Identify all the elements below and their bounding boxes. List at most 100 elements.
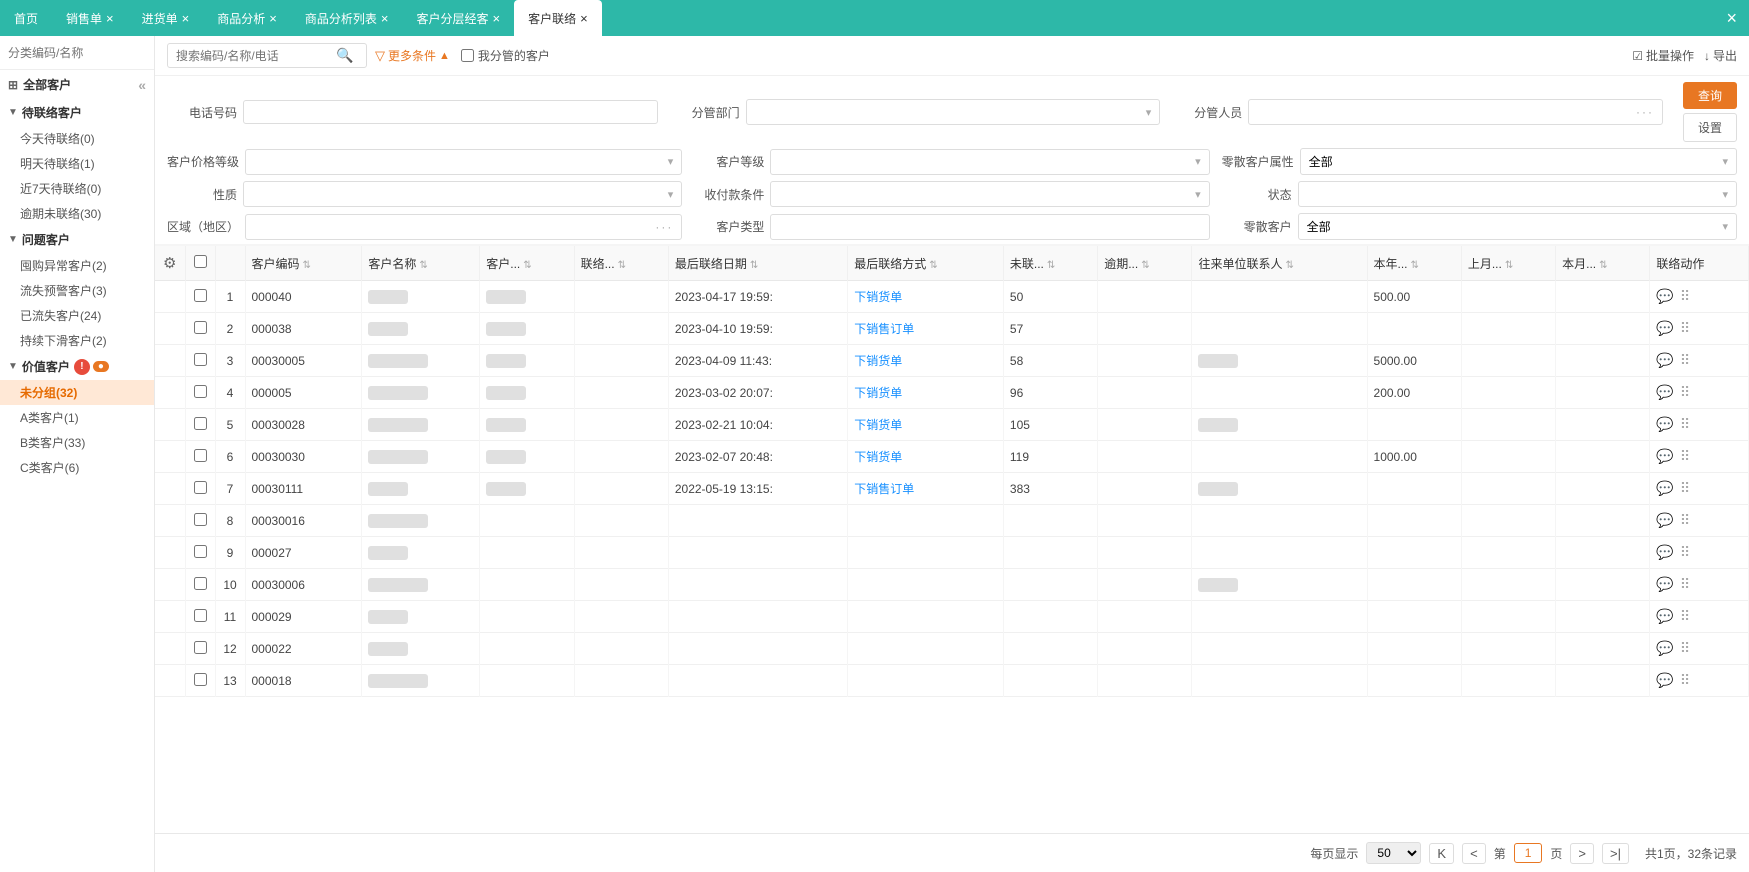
td-check[interactable] [185,441,215,473]
settings-gear-icon[interactable]: ⚙ [163,255,176,272]
td-check[interactable] [185,537,215,569]
filter-search-input[interactable] [176,49,336,63]
chat-icon[interactable]: 💬 [1656,576,1673,593]
menu-icon[interactable]: ⠿ [1680,448,1690,465]
row-checkbox[interactable] [194,513,207,526]
sidebar-all-customers[interactable]: ⊞ 全部客户 « [0,70,154,99]
tab-product-analysis[interactable]: 商品分析 × [203,0,291,36]
menu-icon[interactable]: ⠿ [1680,384,1690,401]
sidebar-item-declining[interactable]: 持续下滑客户(2) [0,328,154,353]
td-check[interactable] [185,281,215,313]
tab-customer-contact-close[interactable]: × [580,11,588,26]
pagination-next-btn[interactable]: > [1570,843,1594,864]
filter-region-select[interactable]: ··· [245,214,682,240]
menu-icon[interactable]: ⠿ [1680,576,1690,593]
sidebar-group-pending[interactable]: ▼ 待联络客户 [0,99,154,126]
menu-icon[interactable]: ⠿ [1680,672,1690,689]
sidebar-group-value[interactable]: ▼ 价值客户 ! ● [0,353,154,380]
chat-icon[interactable]: 💬 [1656,448,1673,465]
menu-icon[interactable]: ⠿ [1680,288,1690,305]
sidebar-item-churn-warning[interactable]: 流失预警客户(3) [0,278,154,303]
export-btn[interactable]: ↓ 导出 [1704,47,1737,64]
sidebar-item-today[interactable]: 今天待联络(0) [0,126,154,151]
chat-icon[interactable]: 💬 [1656,384,1673,401]
filter-manager-select[interactable]: ··· [1248,99,1663,125]
chat-icon[interactable]: 💬 [1656,608,1673,625]
chat-icon[interactable]: 💬 [1656,544,1673,561]
menu-icon[interactable]: ⠿ [1680,608,1690,625]
sidebar-item-a[interactable]: A类客户(1) [0,405,154,430]
sidebar-collapse-btn[interactable]: « [138,77,146,93]
method-link[interactable]: 下销货单 [854,386,902,400]
tab-sales[interactable]: 销售单 × [52,0,128,36]
sidebar-item-tomorrow[interactable]: 明天待联络(1) [0,151,154,176]
chat-icon[interactable]: 💬 [1656,416,1673,433]
row-checkbox[interactable] [194,545,207,558]
chat-icon[interactable]: 💬 [1656,320,1673,337]
row-checkbox[interactable] [194,641,207,654]
row-checkbox[interactable] [194,673,207,686]
pagination-prev-btn[interactable]: < [1462,843,1486,864]
tab-product-analysis-list[interactable]: 商品分析列表 × [291,0,403,36]
sidebar-item-churned[interactable]: 已流失客户(24) [0,303,154,328]
td-check[interactable] [185,345,215,377]
menu-icon[interactable]: ⠿ [1680,640,1690,657]
tab-sales-close[interactable]: × [106,11,114,26]
menu-icon[interactable]: ⠿ [1680,352,1690,369]
method-link[interactable]: 下销货单 [854,418,902,432]
sidebar-item-ungroup[interactable]: 未分组(32) [0,380,154,405]
reset-btn[interactable]: 设置 [1683,113,1737,142]
col-header-setting[interactable]: ⚙ [155,246,185,281]
td-check[interactable] [185,633,215,665]
method-link[interactable]: 下销售订单 [854,322,914,336]
chat-icon[interactable]: 💬 [1656,288,1673,305]
row-checkbox[interactable] [194,449,207,462]
row-checkbox[interactable] [194,577,207,590]
filter-dept-select[interactable]: ▾ [746,99,1161,125]
chat-icon[interactable]: 💬 [1656,640,1673,657]
chat-icon[interactable]: 💬 [1656,352,1673,369]
chat-icon[interactable]: 💬 [1656,672,1673,689]
my-customers-checkbox[interactable] [461,49,474,62]
col-header-check[interactable] [185,246,215,281]
tab-home[interactable]: 首页 [0,0,52,36]
menu-icon[interactable]: ⠿ [1680,320,1690,337]
sidebar-item-c[interactable]: C类客户(6) [0,455,154,480]
td-check[interactable] [185,473,215,505]
td-check[interactable] [185,665,215,697]
filter-nature-select[interactable]: ▾ [243,181,682,207]
td-check[interactable] [185,569,215,601]
td-check[interactable] [185,377,215,409]
tab-customer-contact[interactable]: 客户联络 × [514,0,602,36]
filter-search-icon[interactable]: 🔍 [336,47,353,64]
td-check[interactable] [185,601,215,633]
method-link[interactable]: 下销货单 [854,290,902,304]
filter-payment-select[interactable]: ▾ [770,181,1209,207]
method-link[interactable]: 下销货单 [854,354,902,368]
batch-ops-btn[interactable]: ☑ 批量操作 [1632,47,1694,64]
tab-product-analysis-close[interactable]: × [269,11,277,26]
method-link[interactable]: 下销售订单 [854,482,914,496]
filter-status-select[interactable]: ▾ [1298,181,1737,207]
method-link[interactable]: 下销货单 [854,450,902,464]
filter-ctype-select[interactable] [770,214,1209,240]
query-btn[interactable]: 查询 [1683,82,1737,109]
sidebar-group-problem[interactable]: ▼ 问题客户 [0,226,154,253]
filter-more-btn[interactable]: ▽ 更多条件 ▲ [375,47,453,64]
sidebar-item-overdue[interactable]: 逾期未联络(30) [0,201,154,226]
tab-customer-segment-close[interactable]: × [492,11,500,26]
chat-icon[interactable]: 💬 [1656,480,1673,497]
filter-retail-attr-select[interactable]: 全部 ▾ [1300,148,1737,175]
tab-product-analysis-list-close[interactable]: × [381,11,389,26]
menu-icon[interactable]: ⠿ [1680,480,1690,497]
per-page-select[interactable]: 50 100 200 [1366,842,1421,864]
sidebar-item-7days[interactable]: 近7天待联络(0) [0,176,154,201]
tab-purchase[interactable]: 进货单 × [128,0,204,36]
menu-icon[interactable]: ⠿ [1680,512,1690,529]
pagination-first-btn[interactable]: K [1429,843,1454,864]
tab-customer-segment[interactable]: 客户分层经客 × [402,0,514,36]
row-checkbox[interactable] [194,353,207,366]
row-checkbox[interactable] [194,609,207,622]
td-check[interactable] [185,313,215,345]
sidebar-search-input[interactable] [8,46,155,60]
